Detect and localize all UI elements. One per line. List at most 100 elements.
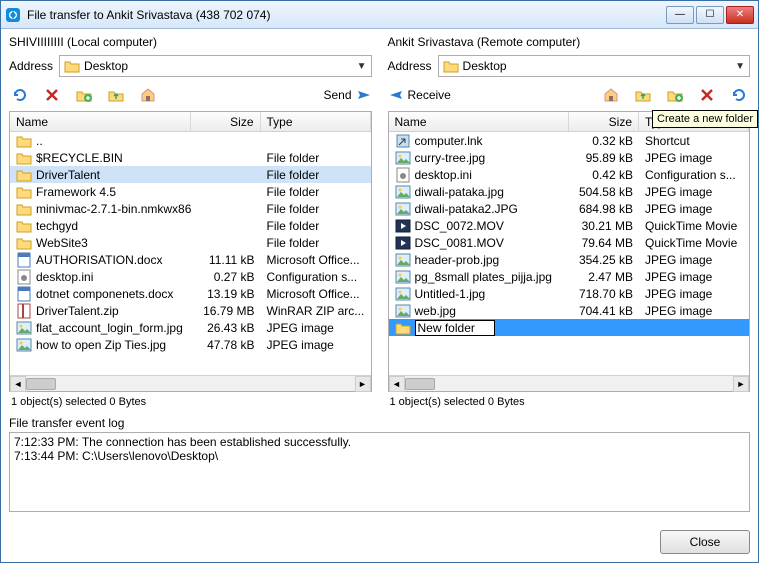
ini-icon: [395, 167, 411, 183]
local-home-button[interactable]: [137, 84, 159, 106]
file-name: flat_account_login_form.jpg: [36, 321, 183, 335]
file-row[interactable]: flat_account_login_form.jpg26.43 kBJPEG …: [10, 319, 371, 336]
file-type: Configuration s...: [261, 270, 371, 284]
file-name: WebSite3: [36, 236, 88, 250]
scroll-right-arrow[interactable]: ►: [733, 376, 749, 392]
file-type: JPEG image: [261, 321, 371, 335]
local-col-name[interactable]: Name: [10, 112, 191, 131]
scroll-right-arrow[interactable]: ►: [355, 376, 371, 392]
file-name: DSC_0081.MOV: [415, 236, 504, 250]
file-row[interactable]: desktop.ini 0.27 kBConfiguration s...: [10, 268, 371, 285]
file-row[interactable]: Framework 4.5File folder: [10, 183, 371, 200]
file-row[interactable]: computer.lnk0.32 kBShortcut: [389, 132, 750, 149]
file-name: DriverTalent: [36, 168, 100, 182]
receive-label: Receive: [408, 88, 451, 102]
close-window-button[interactable]: ✕: [726, 6, 754, 24]
scroll-left-arrow[interactable]: ◄: [10, 376, 26, 392]
remote-home-button[interactable]: [600, 84, 622, 106]
file-row[interactable]: AUTHORISATION.docx11.11 kBMicrosoft Offi…: [10, 251, 371, 268]
scroll-thumb[interactable]: [405, 378, 435, 390]
close-button[interactable]: Close: [660, 530, 750, 554]
file-type: File folder: [261, 236, 371, 250]
file-row[interactable]: minivmac-2.7.1-bin.nmkwx86sFile folder: [10, 200, 371, 217]
file-size: 0.42 kB: [569, 168, 639, 182]
file-row[interactable]: ..: [10, 132, 371, 149]
file-size: 504.58 kB: [569, 185, 639, 199]
file-name: Untitled-1.jpg: [415, 287, 486, 301]
file-type: File folder: [261, 168, 371, 182]
file-row[interactable]: [389, 319, 750, 336]
remote-delete-button[interactable]: [696, 84, 718, 106]
img-icon: [395, 184, 411, 200]
remote-address-combo[interactable]: Desktop ▼: [438, 55, 750, 77]
remote-refresh-button[interactable]: [728, 84, 750, 106]
remote-pane: Ankit Srivastava (Remote computer) Addre…: [380, 29, 759, 412]
file-row[interactable]: header-prob.jpg354.25 kBJPEG image: [389, 251, 750, 268]
file-name: desktop.ini: [36, 270, 93, 284]
file-row[interactable]: dotnet componenets.docx13.19 kBMicrosoft…: [10, 285, 371, 302]
scroll-left-arrow[interactable]: ◄: [389, 376, 405, 392]
file-row[interactable]: how to open Zip Ties.jpg47.78 kBJPEG ima…: [10, 336, 371, 353]
file-name: minivmac-2.7.1-bin.nmkwx86s: [36, 202, 191, 216]
file-row[interactable]: DSC_0081.MOV79.64 MBQuickTime Movie: [389, 234, 750, 251]
file-type: File folder: [261, 185, 371, 199]
send-label: Send: [323, 88, 351, 102]
file-type: JPEG image: [639, 202, 749, 216]
local-delete-button[interactable]: [41, 84, 63, 106]
file-size: 30.21 MB: [569, 219, 639, 233]
file-size: 0.27 kB: [191, 270, 261, 284]
receive-button[interactable]: Receive: [388, 87, 451, 103]
file-row[interactable]: diwali-pataka2.JPG684.98 kBJPEG image: [389, 200, 750, 217]
file-type: WinRAR ZIP arc...: [261, 304, 371, 318]
minimize-button[interactable]: —: [666, 6, 694, 24]
file-type: Configuration s...: [639, 168, 749, 182]
file-row[interactable]: DriverTalent File folder: [10, 166, 371, 183]
local-refresh-button[interactable]: [9, 84, 31, 106]
file-row[interactable]: techgydFile folder: [10, 217, 371, 234]
local-col-size[interactable]: Size: [191, 112, 261, 131]
local-new-folder-button[interactable]: [73, 84, 95, 106]
file-row[interactable]: $RECYCLE.BINFile folder: [10, 149, 371, 166]
remote-hscrollbar[interactable]: ◄ ►: [389, 375, 750, 391]
file-row[interactable]: DSC_0072.MOV30.21 MBQuickTime Movie: [389, 217, 750, 234]
file-row[interactable]: desktop.ini0.42 kBConfiguration s...: [389, 166, 750, 183]
img-icon: [395, 252, 411, 268]
file-size: 95.89 kB: [569, 151, 639, 165]
folder-icon: [16, 184, 32, 200]
log-line: 7:12:33 PM: The connection has been esta…: [14, 435, 745, 449]
file-name: ..: [36, 134, 43, 148]
remote-file-list[interactable]: Name Size Type computer.lnk0.32 kBShortc…: [388, 111, 751, 392]
local-status: 1 object(s) selected 0 Bytes: [9, 392, 372, 410]
send-button[interactable]: Send: [323, 87, 371, 103]
file-row[interactable]: pg_8small plates_pijja.jpg2.47 MBJPEG im…: [389, 268, 750, 285]
local-file-list[interactable]: Name Size Type ..$RECYCLE.BINFile folder…: [9, 111, 372, 392]
local-col-type[interactable]: Type: [261, 112, 371, 131]
file-row[interactable]: curry-tree.jpg95.89 kBJPEG image: [389, 149, 750, 166]
file-row[interactable]: DriverTalent.zip16.79 MBWinRAR ZIP arc..…: [10, 302, 371, 319]
remote-col-name[interactable]: Name: [389, 112, 570, 131]
file-name: curry-tree.jpg: [415, 151, 486, 165]
remote-new-folder-button[interactable]: [664, 84, 686, 106]
scroll-thumb[interactable]: [26, 378, 56, 390]
file-row[interactable]: web.jpg704.41 kBJPEG image: [389, 302, 750, 319]
local-parent-folder-button[interactable]: [105, 84, 127, 106]
file-type: Shortcut: [639, 134, 749, 148]
file-type: JPEG image: [261, 338, 371, 352]
log-box[interactable]: 7:12:33 PM: The connection has been esta…: [9, 432, 750, 512]
folder-icon: [16, 218, 32, 234]
remote-col-size[interactable]: Size: [569, 112, 639, 131]
remote-parent-folder-button[interactable]: [632, 84, 654, 106]
maximize-button[interactable]: ☐: [696, 6, 724, 24]
rename-input[interactable]: [415, 320, 495, 336]
file-type: Microsoft Office...: [261, 287, 371, 301]
file-row[interactable]: diwali-pataka.jpg504.58 kBJPEG image: [389, 183, 750, 200]
file-row[interactable]: WebSite3 File folder: [10, 234, 371, 251]
local-hscrollbar[interactable]: ◄ ►: [10, 375, 371, 391]
file-size: 2.47 MB: [569, 270, 639, 284]
local-address-combo[interactable]: Desktop ▼: [59, 55, 371, 77]
file-name: how to open Zip Ties.jpg: [36, 338, 166, 352]
file-row[interactable]: Untitled-1.jpg718.70 kBJPEG image: [389, 285, 750, 302]
window-title: File transfer to Ankit Srivastava (438 7…: [27, 8, 666, 22]
log-label: File transfer event log: [9, 416, 750, 430]
file-type: File folder: [261, 151, 371, 165]
